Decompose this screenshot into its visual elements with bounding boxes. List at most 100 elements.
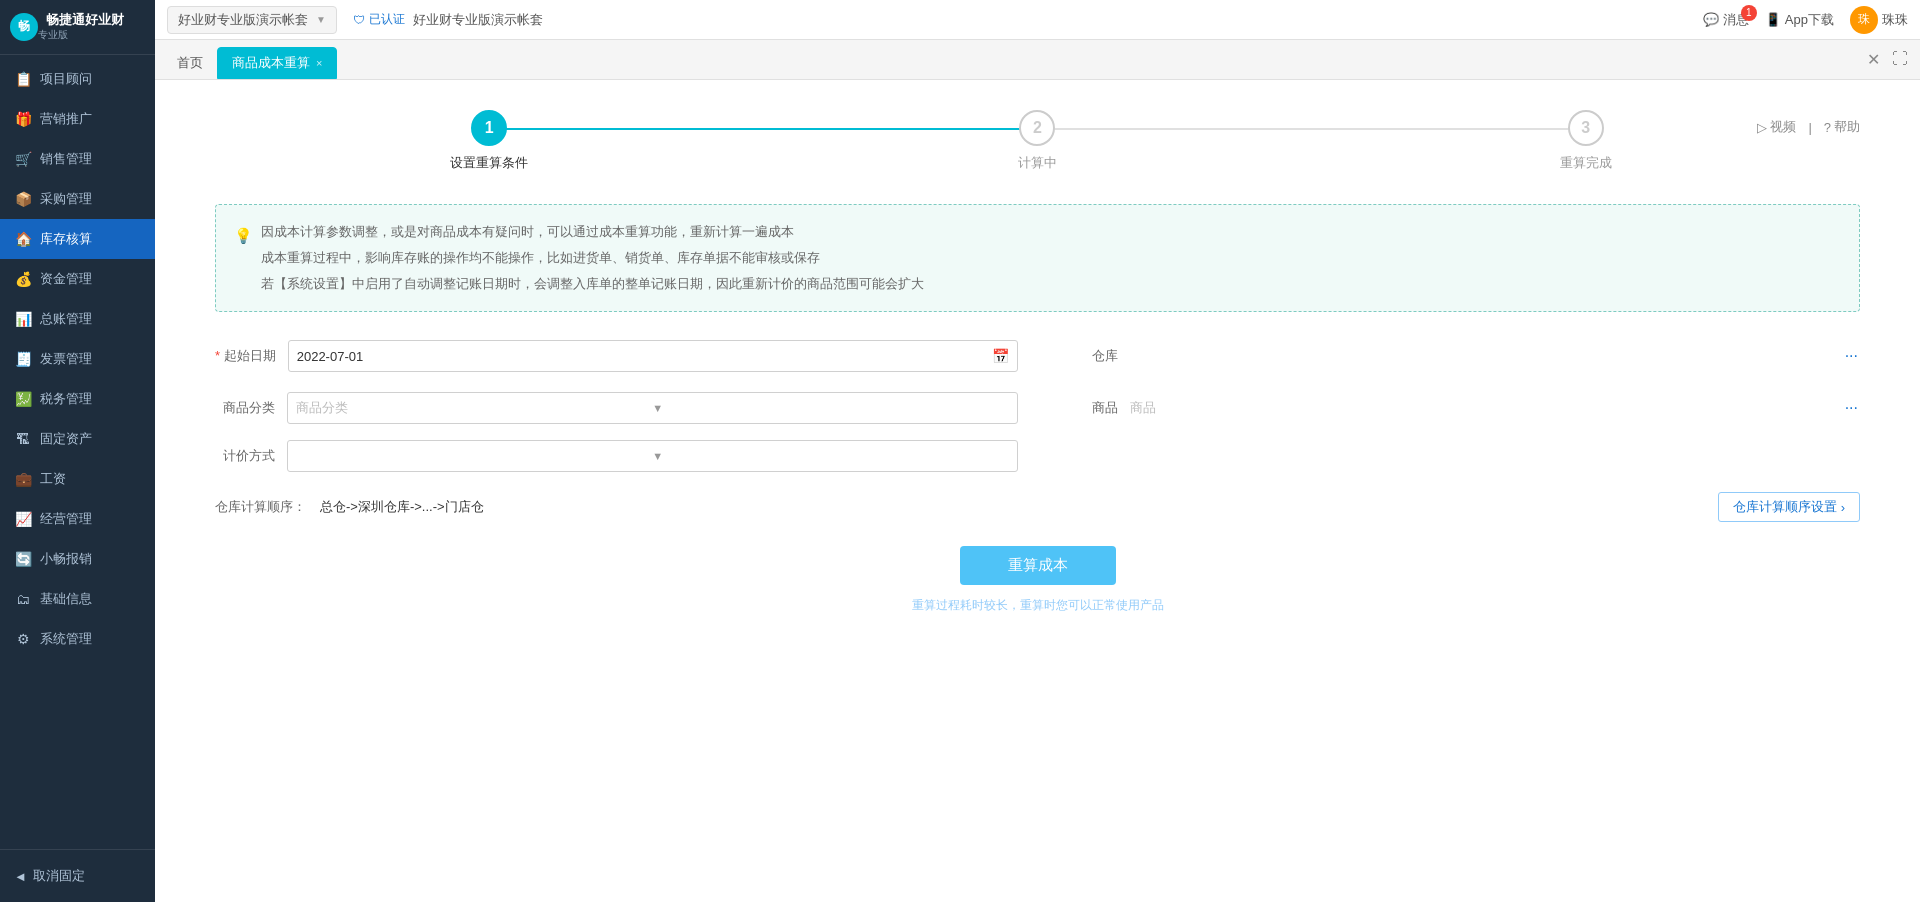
sidebar-item-tax[interactable]: 💹 税务管理	[0, 379, 155, 419]
category-select[interactable]: 商品分类 ▼	[287, 392, 1018, 424]
app-download-button[interactable]: 📱 App下载	[1765, 11, 1834, 29]
message-icon: 💬	[1703, 12, 1719, 27]
app-logo-icon: 畅	[10, 13, 38, 41]
sidebar-item-label: 固定资产	[40, 430, 92, 448]
inventory-icon: 🏠	[14, 230, 32, 248]
tab-close-button[interactable]: ×	[316, 57, 322, 69]
maximize-icon[interactable]: ⛶	[1892, 50, 1908, 68]
sidebar-item-basic[interactable]: 🗂 基础信息	[0, 579, 155, 619]
basic-icon: 🗂	[14, 590, 32, 608]
step-2-label: 计算中	[1018, 154, 1057, 172]
sidebar-item-purchase[interactable]: 📦 采购管理	[0, 179, 155, 219]
sidebar-item-salary[interactable]: 💼 工资	[0, 459, 155, 499]
sidebar-item-label: 营销推广	[40, 110, 92, 128]
verified-label: 已认证	[369, 11, 405, 28]
warehouse-order-settings-button[interactable]: 仓库计算顺序设置 ›	[1718, 492, 1860, 522]
sidebar-item-label: 经营管理	[40, 510, 92, 528]
assets-icon: 🏗	[14, 430, 32, 448]
start-date-input-wrapper[interactable]: 📅	[288, 340, 1018, 372]
shield-icon: 🛡	[353, 13, 365, 27]
question-icon: ?	[1824, 120, 1831, 135]
video-link[interactable]: ▷ 视频	[1757, 118, 1796, 136]
goods-row: 商品 商品 ···	[1058, 392, 1861, 424]
warehouse-order-btn-label: 仓库计算顺序设置	[1733, 498, 1837, 516]
tabs-actions: ✕ ⛶	[1867, 39, 1920, 79]
start-date-input[interactable]	[297, 349, 986, 364]
sidebar-item-accounting[interactable]: 📊 总账管理	[0, 299, 155, 339]
help-link-label: 帮助	[1834, 118, 1860, 136]
tabs-bar: 首页 商品成本重算 × ✕ ⛶	[155, 40, 1920, 80]
step-2-number: 2	[1033, 119, 1042, 137]
tab-home-label: 首页	[177, 54, 203, 72]
sidebar-item-project[interactable]: 📋 项目顾问	[0, 59, 155, 99]
category-chevron-icon: ▼	[652, 402, 1008, 414]
goods-picker-button[interactable]: ···	[1843, 399, 1860, 417]
pricing-select[interactable]: ▼	[287, 440, 1018, 472]
step-3-circle: 3	[1568, 110, 1604, 146]
invoice-icon: 🧾	[14, 350, 32, 368]
warehouse-label: 仓库	[1058, 347, 1118, 365]
step-2: 2 计算中	[763, 110, 1311, 172]
close-window-icon[interactable]: ✕	[1867, 50, 1880, 69]
cancel-pin-button[interactable]: ◄ 取消固定	[0, 858, 155, 894]
sidebar-item-assets[interactable]: 🏗 固定资产	[0, 419, 155, 459]
category-placeholder: 商品分类	[296, 399, 652, 417]
sidebar-footer: ◄ 取消固定	[0, 849, 155, 902]
account-selector[interactable]: 好业财专业版演示帐套 ▼	[167, 6, 337, 34]
company-name: 好业财专业版演示帐套	[413, 11, 543, 29]
sidebar-item-sales[interactable]: 🛒 销售管理	[0, 139, 155, 179]
step-1-label: 设置重算条件	[450, 154, 528, 172]
cancel-pin-label: 取消固定	[33, 867, 85, 885]
sidebar-item-label: 工资	[40, 470, 66, 488]
cancel-pin-icon: ◄	[14, 869, 27, 884]
app-title: 畅捷通好业财	[46, 12, 124, 28]
recalc-button[interactable]: 重算成本	[960, 546, 1116, 585]
pricing-row: 计价方式 ▼	[215, 440, 1018, 472]
sidebar-title-block: 畅捷通好业财 专业版	[38, 12, 124, 42]
sidebar-item-label: 基础信息	[40, 590, 92, 608]
steps-container: 1 设置重算条件 2 计算中 3 重算完成	[215, 110, 1860, 172]
calendar-icon[interactable]: 📅	[992, 348, 1009, 364]
info-box: 💡 因成本计算参数调整，或是对商品成本有疑问时，可以通过成本重算功能，重新计算一…	[215, 204, 1860, 312]
sidebar-item-label: 总账管理	[40, 310, 92, 328]
sidebar-item-operation[interactable]: 📈 经营管理	[0, 499, 155, 539]
info-line-2: 成本重算过程中，影响库存账的操作均不能操作，比如进货单、销货单、库存单据不能审核…	[261, 245, 924, 271]
recalc-hint: 重算过程耗时较长，重算时您可以正常使用产品	[215, 597, 1860, 614]
info-icon: 💡	[234, 221, 253, 251]
warehouse-order-value: 总仓->深圳仓库->...->门店仓	[320, 498, 1704, 516]
tax-icon: 💹	[14, 390, 32, 408]
user-name: 珠珠	[1882, 11, 1908, 29]
accounting-icon: 📊	[14, 310, 32, 328]
app-subtitle: 专业版	[38, 28, 124, 42]
goods-label: 商品	[1058, 399, 1118, 417]
start-date-label: * 起始日期	[215, 347, 276, 365]
project-icon: 📋	[14, 70, 32, 88]
play-icon: ▷	[1757, 120, 1767, 135]
sidebar-nav: 📋 项目顾问 🎁 营销推广 🛒 销售管理 📦 采购管理 🏠 库存核算 💰 资金管…	[0, 55, 155, 849]
sidebar-item-finance[interactable]: 💰 资金管理	[0, 259, 155, 299]
topbar-right: 💬 消息 1 📱 App下载 珠 珠珠	[1703, 6, 1908, 34]
tab-recalc-label: 商品成本重算	[232, 54, 310, 72]
sidebar-item-expense[interactable]: 🔄 小畅报销	[0, 539, 155, 579]
goods-placeholder: 商品	[1130, 399, 1835, 417]
message-button[interactable]: 💬 消息 1	[1703, 11, 1749, 29]
help-link[interactable]: ? 帮助	[1824, 118, 1860, 136]
finance-icon: 💰	[14, 270, 32, 288]
step-1-number: 1	[485, 119, 494, 137]
tab-home[interactable]: 首页	[163, 47, 217, 79]
user-profile-button[interactable]: 珠 珠珠	[1850, 6, 1908, 34]
step-3-label: 重算完成	[1560, 154, 1612, 172]
pricing-chevron-icon: ▼	[652, 450, 1008, 462]
warehouse-picker-button[interactable]: ···	[1843, 347, 1860, 365]
sidebar-item-marketing[interactable]: 🎁 营销推广	[0, 99, 155, 139]
sidebar-item-system[interactable]: ⚙ 系统管理	[0, 619, 155, 659]
tab-recalc[interactable]: 商品成本重算 ×	[217, 47, 337, 79]
video-link-label: 视频	[1770, 118, 1796, 136]
sidebar-item-label: 系统管理	[40, 630, 92, 648]
sidebar-item-invoice[interactable]: 🧾 发票管理	[0, 339, 155, 379]
info-line-3: 若【系统设置】中启用了自动调整记账日期时，会调整入库单的整单记账日期，因此重新计…	[261, 271, 924, 297]
sidebar-item-inventory[interactable]: 🏠 库存核算	[0, 219, 155, 259]
message-badge: 1	[1741, 5, 1757, 21]
topbar: 好业财专业版演示帐套 ▼ 🛡 已认证 好业财专业版演示帐套 💬 消息 1 📱 A…	[155, 0, 1920, 40]
sidebar-item-label: 小畅报销	[40, 550, 92, 568]
